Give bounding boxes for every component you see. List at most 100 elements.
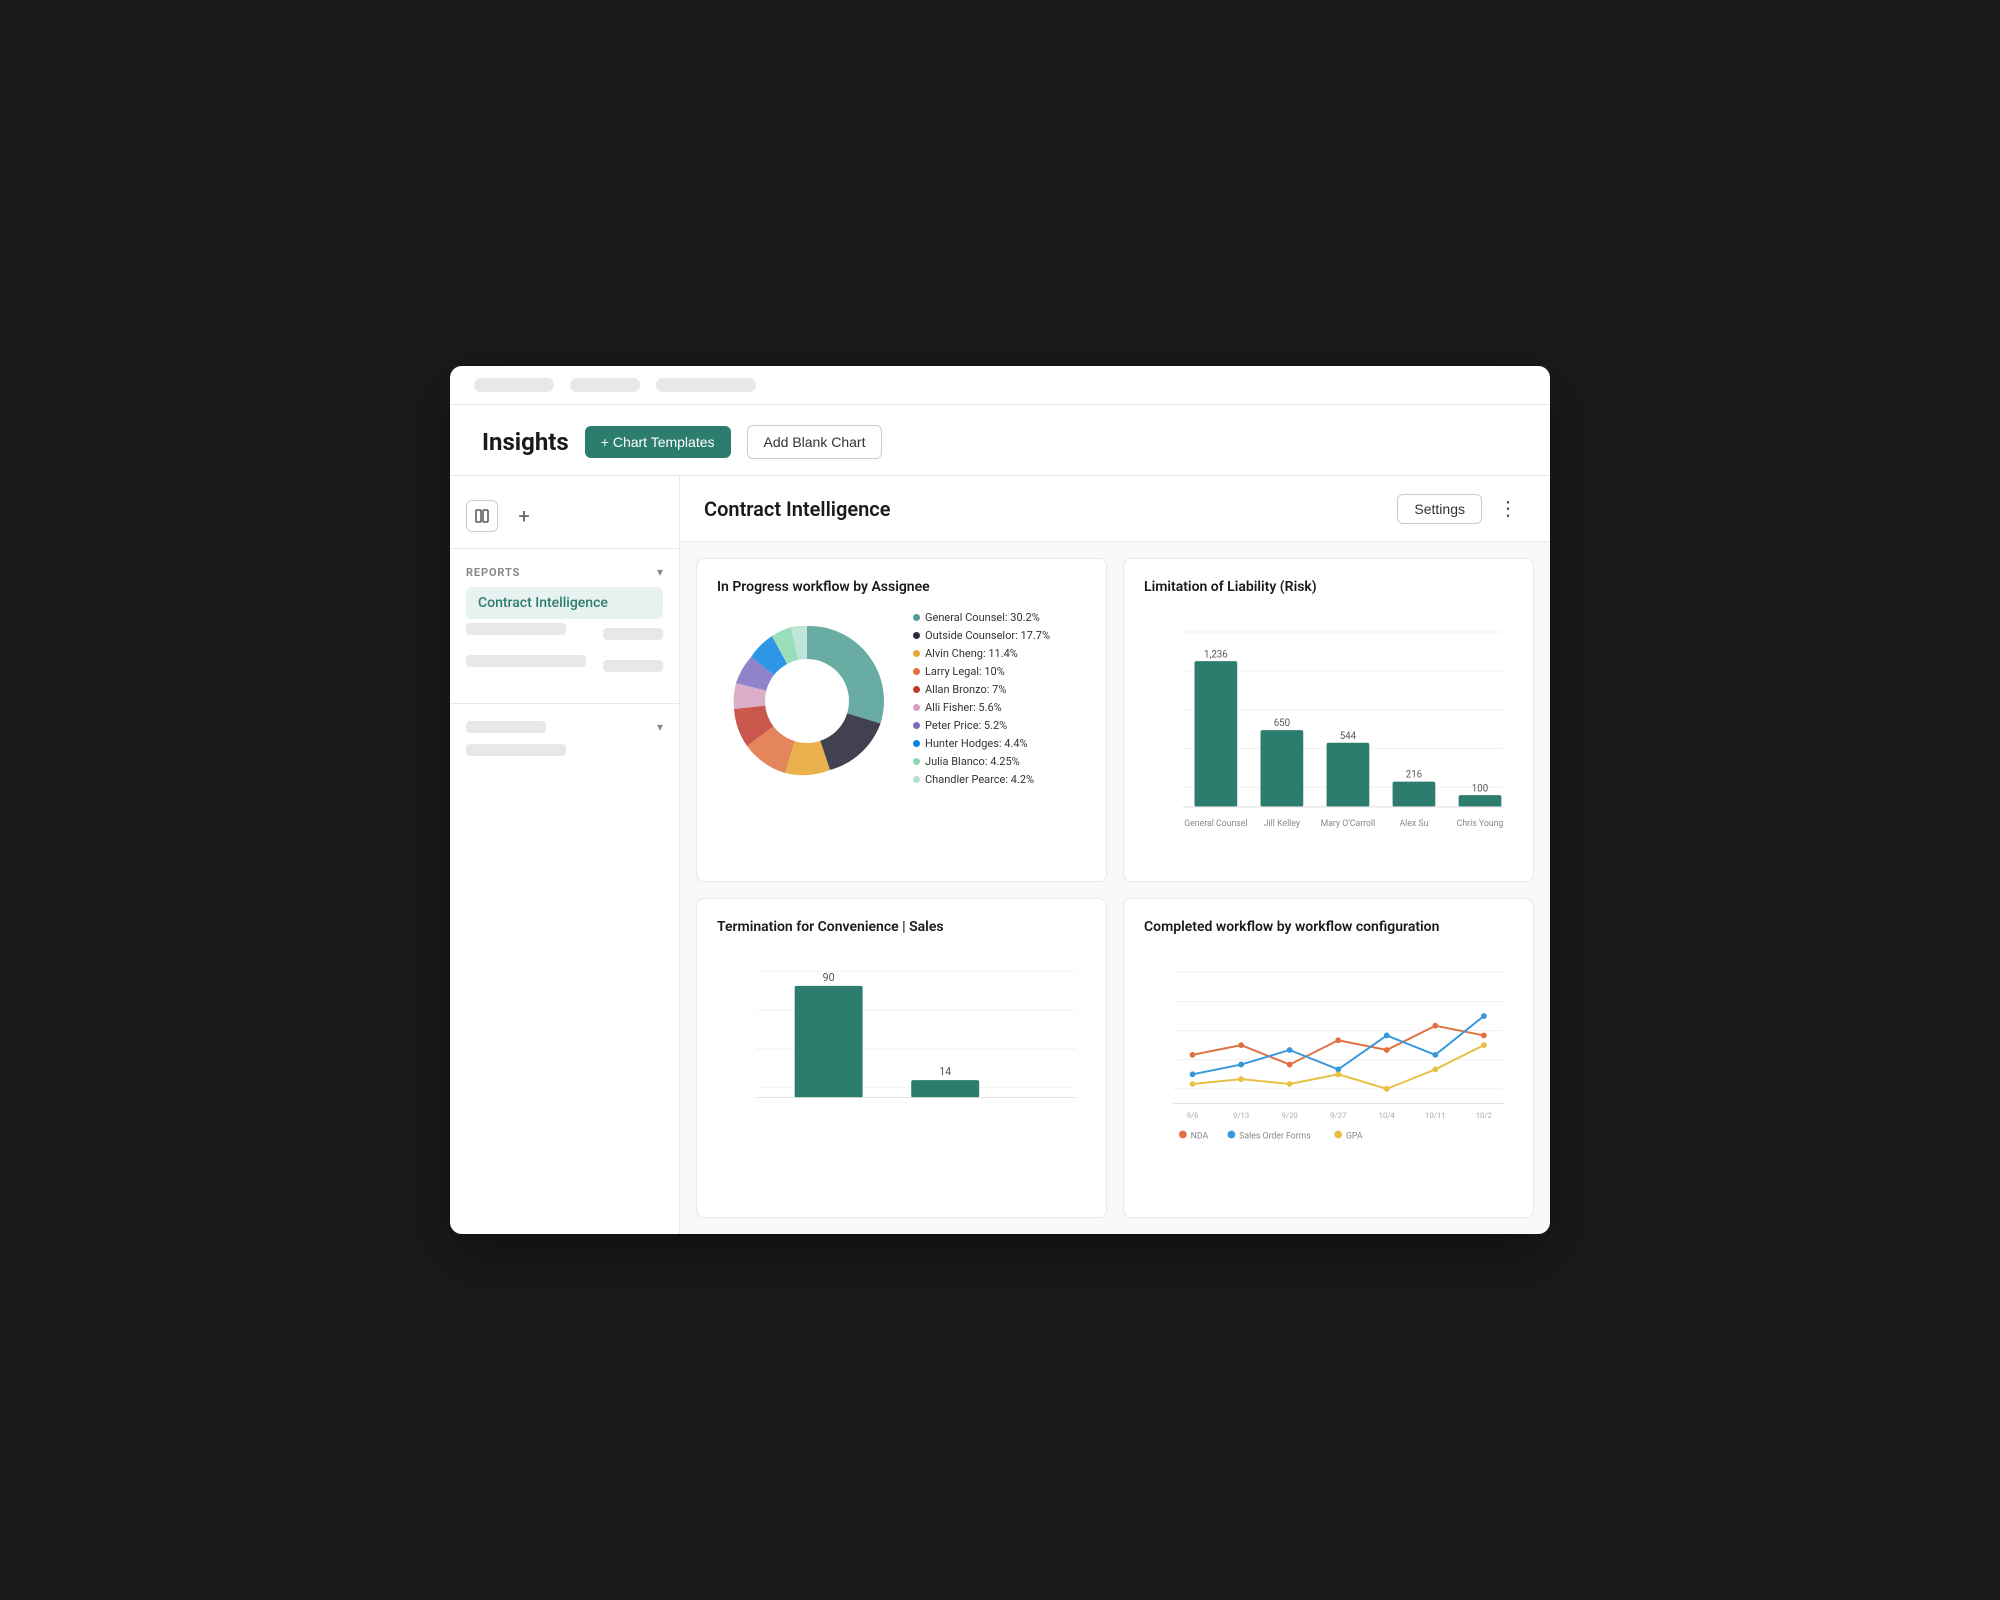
svg-text:9/20: 9/20 [1282,1111,1298,1120]
sidebar-item-contract-intelligence[interactable]: Contract Intelligence [466,587,663,619]
legend-dot-9 [913,776,920,783]
sidebar-placeholder-4 [466,744,566,756]
sidebar-placeholder-sm-2 [603,660,663,672]
legend-label-7: Hunter Hodges: 4.4% [925,737,1028,750]
legend-label-2: Alvin Cheng: 11.4% [925,647,1018,660]
main-layout: + REPORTS ▾ Contract Intelligence [450,476,1550,1234]
legend-item-9: Chandler Pearce: 4.2% [913,773,1050,786]
sidebar-section-2: ▾ [450,703,679,774]
svg-text:10/11: 10/11 [1425,1111,1446,1120]
legend-dot-6 [913,722,920,729]
sidebar: + REPORTS ▾ Contract Intelligence [450,476,680,1234]
svg-text:NDA: NDA [1191,1131,1209,1141]
svg-text:9/13: 9/13 [1233,1111,1249,1120]
legend-dot-3 [913,668,920,675]
svg-text:544: 544 [1340,731,1357,742]
svg-text:1,236: 1,236 [1204,649,1228,660]
settings-button[interactable]: Settings [1397,494,1482,524]
sidebar-top: + [450,492,679,549]
reports-section-header: REPORTS ▾ [466,565,663,579]
legend-label-1: Outside Counselor: 17.7% [925,629,1050,642]
svg-text:216: 216 [1406,770,1422,781]
chart3-title: Termination for Convenience | Sales [717,919,1086,935]
bar-chart-3-svg: 90 14 [717,959,1086,1139]
svg-text:9/27: 9/27 [1330,1111,1347,1120]
reports-chevron-icon[interactable]: ▾ [657,565,663,579]
svg-text:9/6: 9/6 [1187,1111,1199,1120]
legend-dot-4 [913,686,920,693]
section-2-header: ▾ [466,720,663,734]
sidebar-row-1 [466,623,663,645]
donut-legend: General Counsel: 30.2% Outside Counselor… [913,611,1050,791]
sidebar-reports-section: REPORTS ▾ Contract Intelligence [450,549,679,695]
svg-text:General Counsel: General Counsel [1184,819,1247,829]
bar-chart-svg: 1,236 General Counsel 650 Jill Kelley 54… [1144,619,1513,849]
legend-item-1: Outside Counselor: 17.7% [913,629,1050,642]
bar-chart-3-container: 90 14 [717,951,1086,1151]
charts-grid: In Progress workflow by Assignee [680,542,1550,1234]
chart-templates-button[interactable]: + Chart Templates [585,426,731,458]
svg-text:14: 14 [939,1065,951,1078]
legend-label-8: Julia Blanco: 4.25% [925,755,1020,768]
bar-chart-container: 1,236 General Counsel 650 Jill Kelley 54… [1144,611,1513,861]
legend-dot-8 [913,758,920,765]
top-nav [450,366,1550,405]
svg-text:Sales Order Forms: Sales Order Forms [1239,1131,1311,1141]
chart1-title: In Progress workflow by Assignee [717,579,1086,595]
chart2-title: Limitation of Liability (Risk) [1144,579,1513,595]
section-2-chevron-icon[interactable]: ▾ [657,720,663,734]
content-title: Contract Intelligence [704,497,891,521]
chart-card-completed-workflow: Completed workflow by workflow configura… [1123,898,1534,1218]
nav-pill-3 [656,378,756,392]
nav-pill-2 [570,378,640,392]
sidebar-placeholder-2 [466,655,586,667]
donut-chart-svg [717,611,897,791]
svg-text:10/4: 10/4 [1379,1111,1396,1120]
donut-chart-container: General Counsel: 30.2% Outside Counselor… [717,611,1086,791]
legend-label-4: Allan Bronzo: 7% [925,683,1006,696]
svg-text:650: 650 [1274,718,1290,729]
sidebar-collapse-button[interactable] [466,500,498,532]
svg-text:Jill Kelley: Jill Kelley [1264,819,1301,829]
svg-text:GPA: GPA [1346,1131,1363,1141]
svg-text:Chris Young: Chris Young [1457,819,1504,829]
app-window: Insights + Chart Templates Add Blank Cha… [450,366,1550,1234]
chart-card-liability: Limitation of Liability (Risk) 1,236 [1123,558,1534,882]
legend-label-0: General Counsel: 30.2% [925,611,1040,624]
sidebar-placeholder-sm-1 [603,628,663,640]
chart-card-termination: Termination for Convenience | Sales 90 [696,898,1107,1218]
legend-label-9: Chandler Pearce: 4.2% [925,773,1034,786]
content-header: Contract Intelligence Settings ⋮ [680,476,1550,542]
content-actions: Settings ⋮ [1397,492,1526,525]
legend-item-2: Alvin Cheng: 11.4% [913,647,1050,660]
legend-item-8: Julia Blanco: 4.25% [913,755,1050,768]
svg-text:Alex Su: Alex Su [1399,819,1428,829]
legend-dot-5 [913,704,920,711]
sidebar-add-button[interactable]: + [510,502,538,530]
nav-pill-1 [474,378,554,392]
svg-text:10/2: 10/2 [1476,1111,1493,1120]
sidebar-placeholder-3 [466,721,546,733]
legend-dot-1 [913,632,920,639]
legend-item-6: Peter Price: 5.2% [913,719,1050,732]
legend-item-3: Larry Legal: 10% [913,665,1050,678]
svg-text:Mary O'Carroll: Mary O'Carroll [1321,819,1376,829]
page-header: Insights + Chart Templates Add Blank Cha… [450,405,1550,476]
legend-label-6: Peter Price: 5.2% [925,719,1007,732]
legend-item-4: Allan Bronzo: 7% [913,683,1050,696]
content-area: Contract Intelligence Settings ⋮ In Prog… [680,476,1550,1234]
sidebar-placeholder-1 [466,623,566,635]
svg-text:90: 90 [823,971,835,984]
more-options-button[interactable]: ⋮ [1490,492,1526,525]
reports-section-label: REPORTS [466,566,520,579]
chart4-title: Completed workflow by workflow configura… [1144,919,1513,935]
legend-dot-0 [913,614,920,621]
legend-dot-2 [913,650,920,657]
line-chart-container: 9/6 9/13 9/20 9/27 10/4 10/11 10/2 NDA [1144,951,1513,1153]
line-chart-svg: 9/6 9/13 9/20 9/27 10/4 10/11 10/2 NDA [1144,955,1513,1145]
legend-item-5: Alli Fisher: 5.6% [913,701,1050,714]
sidebar-row-2 [466,655,663,677]
add-blank-chart-button[interactable]: Add Blank Chart [747,425,883,459]
legend-label-3: Larry Legal: 10% [925,665,1005,678]
chart-card-workflow-assignee: In Progress workflow by Assignee [696,558,1107,882]
